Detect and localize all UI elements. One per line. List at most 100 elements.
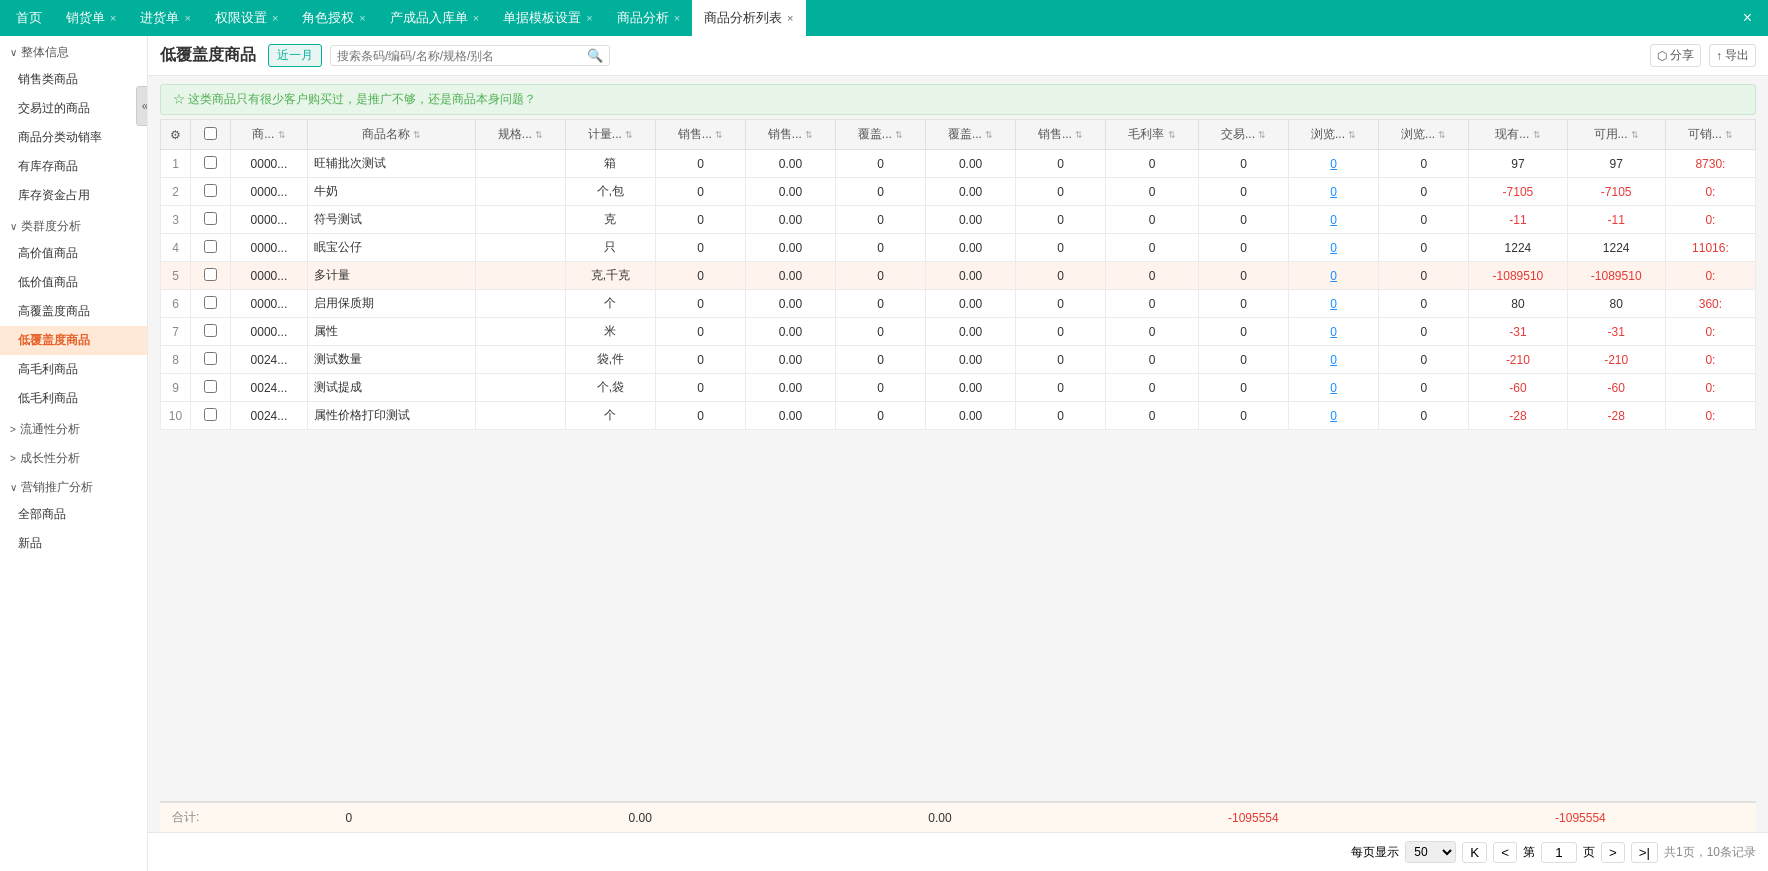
- close-icon[interactable]: ×: [674, 12, 680, 24]
- row-checkbox[interactable]: [191, 262, 231, 290]
- nav-goods-analysis[interactable]: 商品分析 ×: [605, 0, 692, 36]
- sidebar-item-new-goods[interactable]: 新品: [0, 529, 147, 558]
- col-header-sales-amt[interactable]: 销售... ⇅: [746, 120, 836, 150]
- nav-goods-analysis-list[interactable]: 商品分析列表 ×: [692, 0, 805, 36]
- row-checkbox[interactable]: [191, 178, 231, 206]
- data-table-container[interactable]: ⚙ 商... ⇅ 商品名称 ⇅ 规格... ⇅ 计量... ⇅ 销售... ⇅ …: [160, 119, 1756, 801]
- row-browse1[interactable]: 0: [1289, 290, 1379, 318]
- row-browse1[interactable]: 0: [1289, 234, 1379, 262]
- first-page-button[interactable]: K: [1462, 842, 1487, 863]
- sidebar-item-low-margin[interactable]: 低毛利商品: [0, 384, 147, 413]
- search-input[interactable]: [337, 49, 587, 63]
- row-checkbox[interactable]: [191, 318, 231, 346]
- col-header-name[interactable]: 商品名称 ⇅: [307, 120, 475, 150]
- col-header-spec[interactable]: 规格... ⇅: [475, 120, 565, 150]
- nav-permissions[interactable]: 权限设置 ×: [203, 0, 290, 36]
- col-header-cur-stock[interactable]: 现有... ⇅: [1469, 120, 1567, 150]
- row-browse1[interactable]: 0: [1289, 150, 1379, 178]
- sidebar-section-growth[interactable]: > 成长性分析: [0, 442, 147, 471]
- col-header-avail[interactable]: 可用... ⇅: [1567, 120, 1665, 150]
- close-icon[interactable]: ×: [272, 12, 278, 24]
- row-browse1[interactable]: 0: [1289, 262, 1379, 290]
- sidebar-item-category-turnover[interactable]: 商品分类动销率: [0, 123, 147, 152]
- close-icon[interactable]: ×: [787, 12, 793, 24]
- close-icon[interactable]: ×: [110, 12, 116, 24]
- row-checkbox[interactable]: [191, 290, 231, 318]
- sidebar-section-cluster[interactable]: ∨ 类群度分析: [0, 210, 147, 239]
- sidebar-item-high-value[interactable]: 高价值商品: [0, 239, 147, 268]
- sidebar-item-low-value[interactable]: 低价值商品: [0, 268, 147, 297]
- settings-column-header[interactable]: ⚙: [161, 120, 191, 150]
- row-checkbox[interactable]: [191, 402, 231, 430]
- col-header-browse2[interactable]: 浏览... ⇅: [1379, 120, 1469, 150]
- row-sellable: 0:: [1665, 178, 1755, 206]
- close-icon[interactable]: ×: [184, 12, 190, 24]
- prev-page-button[interactable]: <: [1493, 842, 1517, 863]
- row-code: 0000...: [231, 290, 308, 318]
- row-checkbox[interactable]: [191, 150, 231, 178]
- col-header-sales3[interactable]: 销售... ⇅: [1016, 120, 1106, 150]
- col-header-cov1[interactable]: 覆盖... ⇅: [836, 120, 926, 150]
- sidebar-section-marketing[interactable]: ∨ 营销推广分析: [0, 471, 147, 500]
- header-actions: ⬡ 分享 ↑ 导出: [1650, 44, 1756, 67]
- row-sellable: 0:: [1665, 318, 1755, 346]
- row-checkbox[interactable]: [191, 346, 231, 374]
- nav-role-auth[interactable]: 角色授权 ×: [290, 0, 377, 36]
- nav-template-settings[interactable]: 单据模板设置 ×: [491, 0, 604, 36]
- sidebar-item-all-goods[interactable]: 全部商品: [0, 500, 147, 529]
- row-checkbox[interactable]: [191, 206, 231, 234]
- row-sales3: 0: [1016, 290, 1106, 318]
- col-header-trade[interactable]: 交易... ⇅: [1199, 120, 1289, 150]
- checkbox-column-header[interactable]: [191, 120, 231, 150]
- share-button[interactable]: ⬡ 分享: [1650, 44, 1701, 67]
- nav-sales-order[interactable]: 销货单 ×: [54, 0, 128, 36]
- col-header-sales-qty[interactable]: 销售... ⇅: [656, 120, 746, 150]
- filter-period-button[interactable]: 近一月: [268, 44, 322, 67]
- sidebar-item-high-margin[interactable]: 高毛利商品: [0, 355, 147, 384]
- sidebar-section-overall[interactable]: ∨ 整体信息: [0, 36, 147, 65]
- col-header-browse1[interactable]: 浏览... ⇅: [1289, 120, 1379, 150]
- row-checkbox[interactable]: [191, 374, 231, 402]
- sidebar-item-sales-goods[interactable]: 销售类商品: [0, 65, 147, 94]
- col-header-code[interactable]: 商... ⇅: [231, 120, 308, 150]
- row-sellable: 8730:: [1665, 150, 1755, 178]
- col-header-gm[interactable]: 毛利率 ⇅: [1106, 120, 1199, 150]
- next-page-button[interactable]: >: [1601, 842, 1625, 863]
- row-browse1[interactable]: 0: [1289, 206, 1379, 234]
- page-number-input[interactable]: [1541, 842, 1577, 863]
- row-name: 牛奶: [307, 178, 475, 206]
- sidebar-collapse-button[interactable]: «: [136, 86, 148, 126]
- nav-home[interactable]: 首页: [4, 0, 54, 36]
- sidebar-item-high-coverage[interactable]: 高覆盖度商品: [0, 297, 147, 326]
- row-browse1[interactable]: 0: [1289, 178, 1379, 206]
- col-header-unit[interactable]: 计量... ⇅: [565, 120, 655, 150]
- select-all-checkbox[interactable]: [204, 127, 217, 140]
- row-checkbox[interactable]: [191, 234, 231, 262]
- row-trade: 0: [1199, 402, 1289, 430]
- close-icon[interactable]: ×: [586, 12, 592, 24]
- row-sales3: 0: [1016, 346, 1106, 374]
- close-icon[interactable]: ×: [473, 12, 479, 24]
- sidebar-section-liquidity[interactable]: > 流通性分析: [0, 413, 147, 442]
- row-cov1: 0: [836, 402, 926, 430]
- row-sales3: 0: [1016, 402, 1106, 430]
- sidebar-item-traded-goods[interactable]: 交易过的商品: [0, 94, 147, 123]
- nav-purchase-order[interactable]: 进货单 ×: [128, 0, 202, 36]
- sidebar-item-stock-capital[interactable]: 库存资金占用: [0, 181, 147, 210]
- row-browse1[interactable]: 0: [1289, 346, 1379, 374]
- per-page-select[interactable]: 50 10 20 100: [1405, 841, 1456, 863]
- col-header-sellable[interactable]: 可销... ⇅: [1665, 120, 1755, 150]
- row-browse1[interactable]: 0: [1289, 318, 1379, 346]
- row-browse1[interactable]: 0: [1289, 374, 1379, 402]
- last-page-button[interactable]: >|: [1631, 842, 1658, 863]
- close-all-button[interactable]: ×: [1731, 9, 1764, 27]
- sidebar-item-low-coverage[interactable]: 低覆盖度商品: [0, 326, 147, 355]
- col-header-cov2[interactable]: 覆盖... ⇅: [926, 120, 1016, 150]
- row-sales-qty: 0: [656, 234, 746, 262]
- sidebar-item-stocked-goods[interactable]: 有库存商品: [0, 152, 147, 181]
- nav-finished-goods[interactable]: 产成品入库单 ×: [378, 0, 491, 36]
- close-icon[interactable]: ×: [359, 12, 365, 24]
- row-browse1[interactable]: 0: [1289, 402, 1379, 430]
- export-button[interactable]: ↑ 导出: [1709, 44, 1756, 67]
- row-browse2: 0: [1379, 178, 1469, 206]
